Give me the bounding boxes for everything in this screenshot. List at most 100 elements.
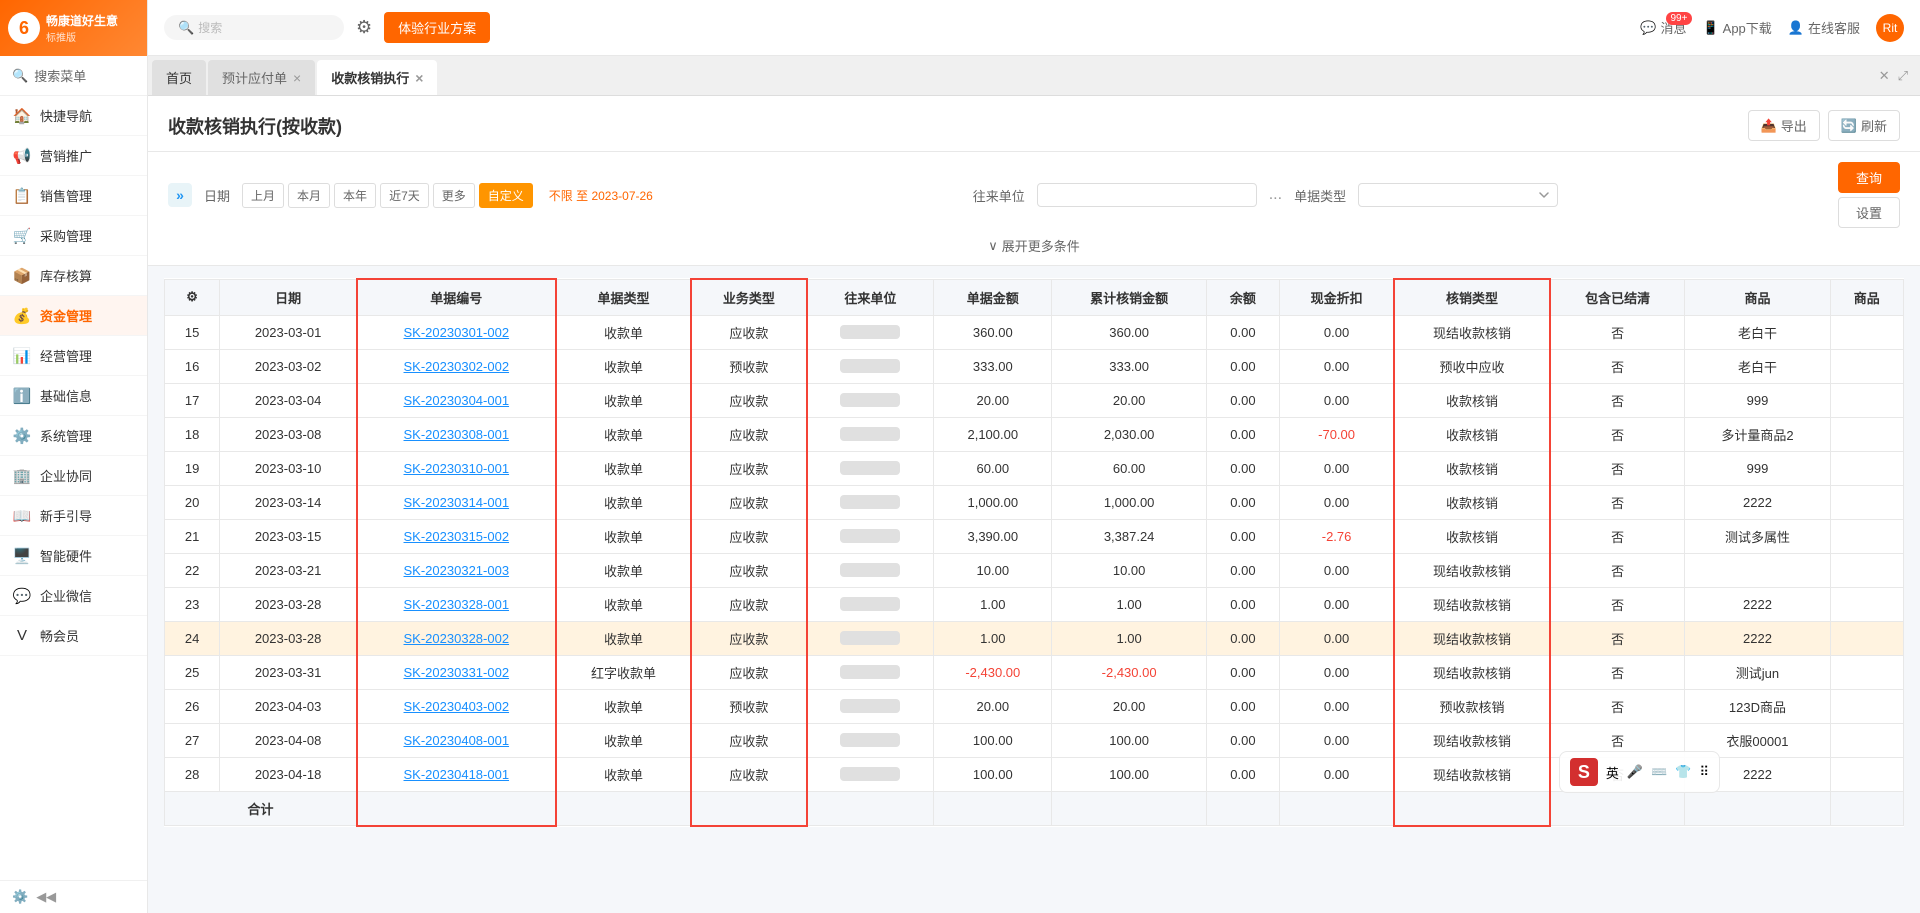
cell-amount: 1,000.00: [934, 486, 1052, 520]
date-this-year[interactable]: 本年: [334, 183, 376, 208]
order-link[interactable]: SK-20230408-001: [404, 733, 510, 748]
cell-cancel-type: 现结收款核销: [1394, 316, 1550, 350]
page-header: 收款核销执行(按收款) 📤 导出 🔄 刷新: [148, 96, 1920, 152]
cell-cancel-type: 现结收款核销: [1394, 622, 1550, 656]
cell-order-no: SK-20230315-002: [357, 520, 556, 554]
cell-product2: [1830, 384, 1903, 418]
order-link[interactable]: SK-20230328-001: [404, 597, 510, 612]
cell-order-type: 收款单: [556, 724, 692, 758]
col-settings[interactable]: ⚙: [165, 279, 220, 316]
tab-collection[interactable]: 收款核销执行 ×: [317, 60, 437, 95]
col-include-settled: 包含已结清: [1550, 279, 1685, 316]
settings-gear-icon[interactable]: ⚙: [356, 17, 372, 38]
cell-cash-discount: 0.00: [1280, 724, 1395, 758]
app-download-btn[interactable]: 📱 App下载: [1702, 18, 1771, 37]
cell-cash-discount: 0.00: [1280, 350, 1395, 384]
cell-seq: 26: [165, 690, 220, 724]
tab-close-all-icon[interactable]: ✕: [1879, 68, 1890, 84]
date-custom[interactable]: 自定义: [479, 183, 533, 208]
col-order-type: 单据类型: [556, 279, 692, 316]
order-link[interactable]: SK-20230310-001: [404, 461, 510, 476]
partner-input[interactable]: [1037, 183, 1257, 207]
order-link[interactable]: SK-20230308-001: [404, 427, 510, 442]
order-link[interactable]: SK-20230418-001: [404, 767, 510, 782]
sidebar-search-menu[interactable]: 🔍 搜索菜单: [0, 56, 147, 96]
sidebar-item-operations[interactable]: 📊经营管理: [0, 336, 147, 376]
filter-setting-button[interactable]: 设置: [1838, 197, 1900, 228]
brand-shirt-icon: 👕: [1675, 764, 1691, 780]
date-this-month[interactable]: 本月: [288, 183, 330, 208]
tab-collection-close[interactable]: ×: [415, 70, 423, 86]
sidebar-item-enterprise[interactable]: 🏢企业协同: [0, 456, 147, 496]
cell-cancel-type: 现结收款核销: [1394, 758, 1550, 792]
tab-payable-close[interactable]: ×: [293, 70, 301, 86]
sidebar-item-system[interactable]: ⚙️系统管理: [0, 416, 147, 456]
cell-biz-type: 预收款: [691, 690, 806, 724]
cell-product2: [1830, 724, 1903, 758]
cell-cash-discount: 0.00: [1280, 384, 1395, 418]
sidebar-item-label: 库存核算: [40, 266, 92, 285]
filter-toggle-button[interactable]: »: [168, 183, 192, 207]
cell-order-type: 收款单: [556, 316, 692, 350]
tab-home[interactable]: 首页: [152, 60, 206, 95]
order-link[interactable]: SK-20230331-002: [404, 665, 510, 680]
expand-more-button[interactable]: ∨ 展开更多条件: [988, 236, 1080, 255]
order-link[interactable]: SK-20230321-003: [404, 563, 510, 578]
cell-partner: [807, 758, 934, 792]
order-link[interactable]: SK-20230304-001: [404, 393, 510, 408]
order-link[interactable]: SK-20230302-002: [404, 359, 510, 374]
sidebar-item-purchase[interactable]: 🛒采购管理: [0, 216, 147, 256]
settings-icon[interactable]: ⚙️: [12, 889, 28, 905]
wechat-work-icon: 💬: [12, 587, 32, 605]
topbar-search[interactable]: 🔍 搜索: [164, 15, 344, 40]
sidebar-item-hardware[interactable]: 🖥️智能硬件: [0, 536, 147, 576]
date-7days[interactable]: 近7天: [380, 183, 429, 208]
industry-solution-button[interactable]: 体验行业方案: [384, 12, 490, 43]
cell-include-settled: 否: [1550, 384, 1685, 418]
cell-seq: 28: [165, 758, 220, 792]
query-button[interactable]: 查询: [1838, 162, 1900, 193]
sidebar-item-basic-info[interactable]: ℹ️基础信息: [0, 376, 147, 416]
order-link[interactable]: SK-20230314-001: [404, 495, 510, 510]
sidebar-item-wechat-work[interactable]: 💬 企业微信: [0, 576, 147, 616]
sidebar-item-quick-nav[interactable]: 🏠快捷导航: [0, 96, 147, 136]
cell-balance: 0.00: [1206, 452, 1279, 486]
cell-seq: 23: [165, 588, 220, 622]
sidebar-item-finance[interactable]: 💰资金管理: [0, 296, 147, 336]
sidebar-item-label: 企业微信: [40, 586, 92, 605]
messages-icon-btn[interactable]: 💬 消息 99+: [1640, 18, 1686, 37]
order-link[interactable]: SK-20230315-002: [404, 529, 510, 544]
order-link[interactable]: SK-20230301-002: [404, 325, 510, 340]
sidebar-item-marketing[interactable]: 📢营销推广: [0, 136, 147, 176]
collapse-icon[interactable]: ◀◀: [36, 889, 56, 905]
cell-order-no: SK-20230418-001: [357, 758, 556, 792]
cell-partner: [807, 486, 934, 520]
sidebar-item-label: 企业协同: [40, 466, 92, 485]
order-type-select[interactable]: [1358, 183, 1558, 207]
col-product: 商品: [1685, 279, 1830, 316]
sidebar-item-guide[interactable]: 📖新手引导: [0, 496, 147, 536]
cell-order-type: 收款单: [556, 384, 692, 418]
tab-expand-icon[interactable]: ⤢: [1898, 68, 1908, 84]
cell-cancel-type: 收款核销: [1394, 418, 1550, 452]
tab-payable[interactable]: 预计应付单 ×: [208, 60, 315, 95]
order-link[interactable]: SK-20230328-002: [404, 631, 510, 646]
cell-order-type: 收款单: [556, 758, 692, 792]
online-service-btn[interactable]: 👤 在线客服: [1788, 18, 1860, 37]
filter-more-dots[interactable]: ...: [1269, 186, 1282, 204]
refresh-button[interactable]: 🔄 刷新: [1828, 110, 1900, 141]
table-row: 19 2023-03-10 SK-20230310-001 收款单 应收款 60…: [165, 452, 1904, 486]
export-button[interactable]: 📤 导出: [1748, 110, 1820, 141]
cell-product: 多计量商品2: [1685, 418, 1830, 452]
cell-seq: 20: [165, 486, 220, 520]
order-link[interactable]: SK-20230403-002: [404, 699, 510, 714]
date-more[interactable]: 更多: [433, 183, 475, 208]
date-last-month[interactable]: 上月: [242, 183, 284, 208]
sidebar-item-vip[interactable]: V畅会员: [0, 616, 147, 656]
cell-order-type: 收款单: [556, 588, 692, 622]
user-avatar[interactable]: Rit: [1876, 14, 1904, 42]
cell-product2: [1830, 758, 1903, 792]
sidebar-item-inventory[interactable]: 📦库存核算: [0, 256, 147, 296]
cell-balance: 0.00: [1206, 486, 1279, 520]
sidebar-item-sales[interactable]: 📋销售管理: [0, 176, 147, 216]
